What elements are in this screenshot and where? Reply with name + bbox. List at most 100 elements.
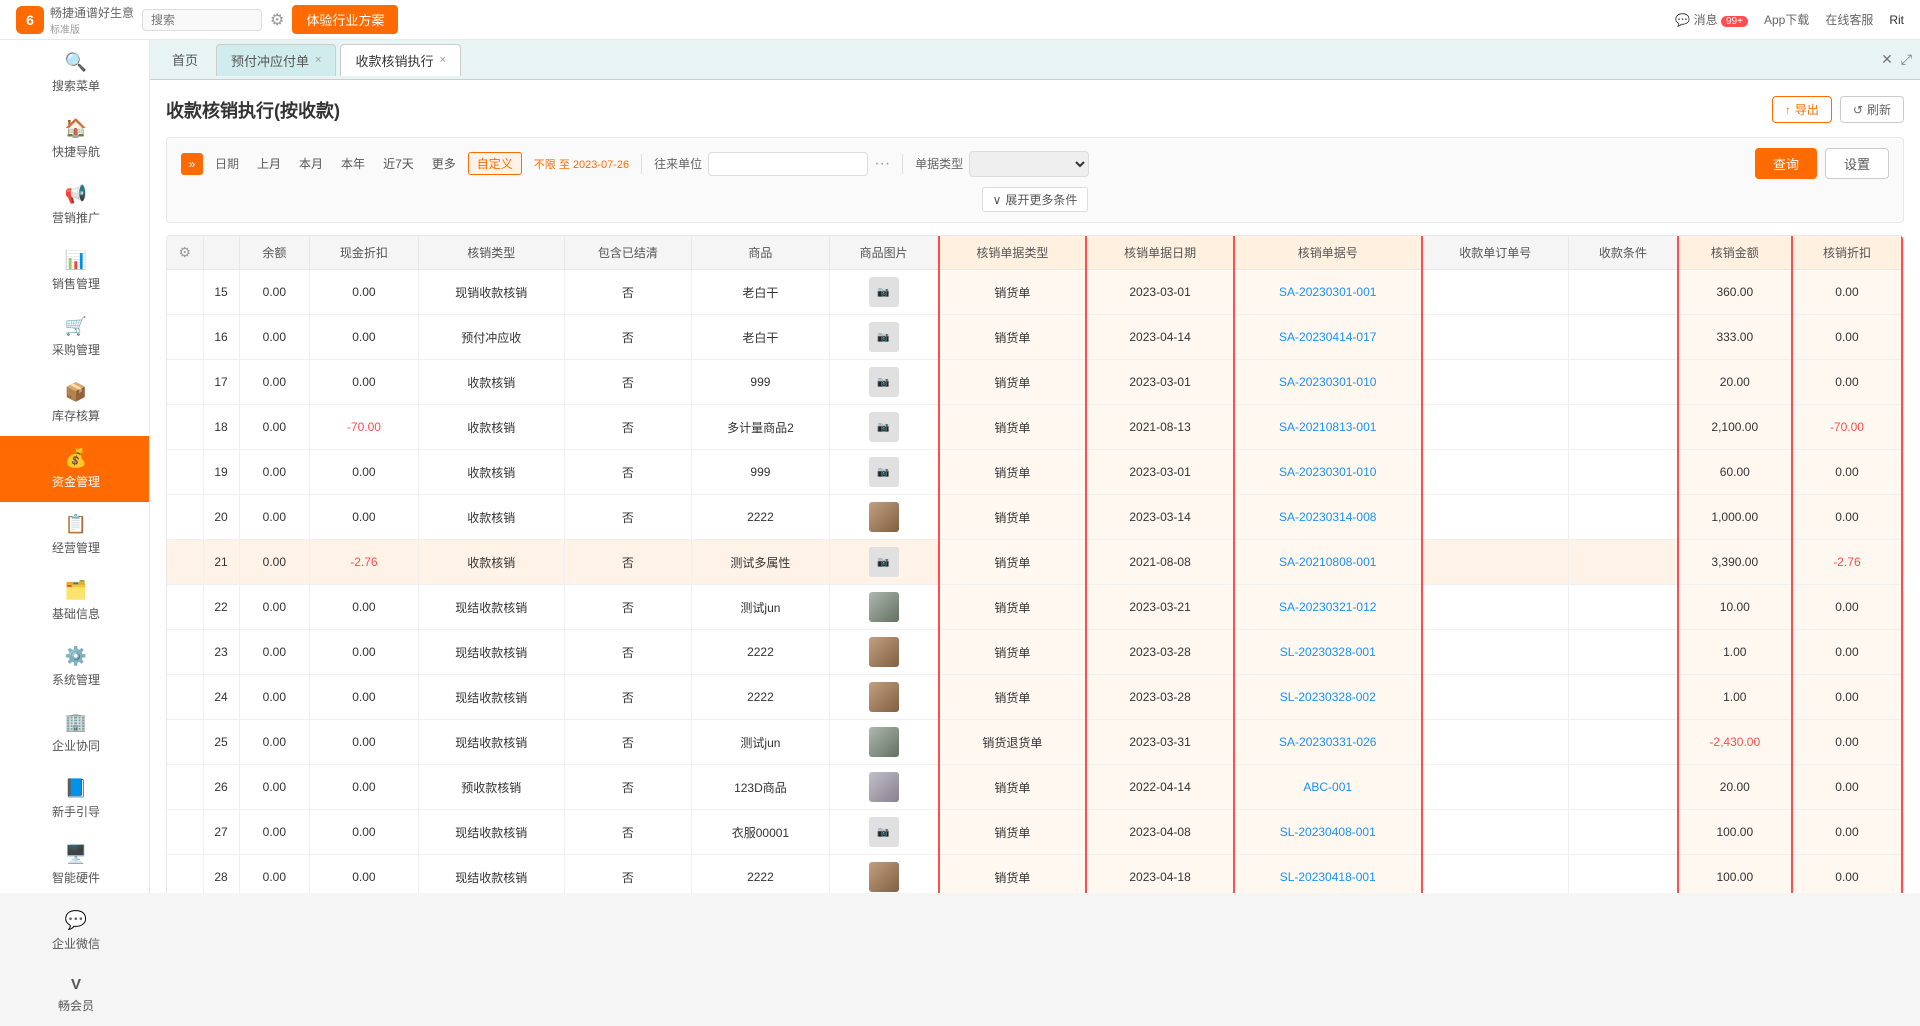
cell-gear bbox=[167, 450, 203, 495]
cell-gear bbox=[167, 540, 203, 585]
col-gear[interactable]: ⚙ bbox=[167, 236, 203, 270]
table-row: 22 0.00 0.00 现结收款核销 否 测试jun 销货单 2023-03-… bbox=[167, 585, 1902, 630]
cell-verify-discount: 0.00 bbox=[1792, 270, 1902, 315]
cell-product: 999 bbox=[692, 450, 830, 495]
cell-balance: 0.00 bbox=[239, 360, 310, 405]
cell-product-img bbox=[829, 720, 938, 765]
date-btn-last-month[interactable]: 上月 bbox=[251, 153, 287, 174]
verify-bill-no-link[interactable]: SL-20230328-001 bbox=[1280, 645, 1376, 659]
bill-type-select[interactable] bbox=[969, 151, 1089, 177]
verify-bill-no-link[interactable]: SA-20230414-017 bbox=[1279, 330, 1376, 344]
maximize-icon[interactable]: ⤢ bbox=[1901, 51, 1912, 68]
cell-verify-discount: 0.00 bbox=[1792, 675, 1902, 720]
filter-collapse-btn[interactable]: » bbox=[181, 153, 203, 175]
logo-icon: 6 bbox=[16, 6, 44, 34]
cell-receipt-condition bbox=[1568, 810, 1677, 855]
verify-bill-no-link[interactable]: SA-20210808-001 bbox=[1279, 555, 1376, 569]
bill-type-filter-group: 单据类型 bbox=[915, 151, 1089, 177]
expand-conditions-btn[interactable]: ∨ 展开更多条件 bbox=[982, 187, 1089, 212]
table-settings-icon[interactable]: ⚙ bbox=[178, 244, 191, 260]
sidebar-item-purchase[interactable]: 🛒 采购管理 bbox=[0, 304, 149, 370]
date-btn-custom[interactable]: 自定义 bbox=[468, 152, 522, 175]
verify-bill-no-link[interactable]: SL-20230328-002 bbox=[1280, 690, 1376, 704]
sidebar-item-newbie[interactable]: 📘 新手引导 bbox=[0, 766, 149, 832]
sidebar-item-sales[interactable]: 📊 销售管理 bbox=[0, 238, 149, 304]
sidebar-item-basic-info[interactable]: 🗂️ 基础信息 bbox=[0, 568, 149, 634]
wechat-icon: 💬 bbox=[65, 910, 87, 931]
partner-input[interactable] bbox=[708, 152, 868, 176]
industry-btn[interactable]: 体验行业方案 bbox=[292, 5, 398, 34]
cell-receipt-condition bbox=[1568, 405, 1677, 450]
sidebar-item-inventory[interactable]: 📦 库存核算 bbox=[0, 370, 149, 436]
cell-cash-discount: 0.00 bbox=[310, 270, 418, 315]
app-download-btn[interactable]: App下载 bbox=[1764, 11, 1809, 28]
col-verify-discount: 核销折扣 bbox=[1792, 236, 1902, 270]
tab-prepay-label: 预付冲应付单 bbox=[231, 51, 309, 70]
tab-prepay-close[interactable]: × bbox=[315, 54, 321, 66]
date-btn-7days[interactable]: 近7天 bbox=[377, 153, 420, 174]
table-row: 15 0.00 0.00 现销收款核销 否 老白干 📷 销货单 2023-03-… bbox=[167, 270, 1902, 315]
top-bar: 6 畅捷通谱好生意 标准版 ⚙ 体验行业方案 💬 消息 99+ App下载 在线… bbox=[0, 0, 1920, 40]
cell-verify-bill-no: ABC-001 bbox=[1234, 765, 1422, 810]
verify-bill-no-link[interactable]: SA-20230301-001 bbox=[1279, 285, 1376, 299]
col-product-img: 商品图片 bbox=[829, 236, 938, 270]
cell-product-img: 📷 bbox=[829, 810, 938, 855]
verify-bill-no-link[interactable]: SL-20230418-001 bbox=[1280, 870, 1376, 884]
tab-verify-close[interactable]: × bbox=[439, 54, 445, 66]
cell-verify-date: 2023-03-01 bbox=[1086, 360, 1234, 405]
cell-verify-amount: 2,100.00 bbox=[1678, 405, 1792, 450]
verify-bill-no-link[interactable]: ABC-001 bbox=[1303, 780, 1352, 794]
cell-row-num: 26 bbox=[203, 765, 239, 810]
top-search-input[interactable] bbox=[142, 9, 262, 31]
sidebar-item-system[interactable]: ⚙️ 系统管理 bbox=[0, 634, 149, 700]
query-button[interactable]: 查询 bbox=[1755, 148, 1817, 179]
verify-bill-no-link[interactable]: SA-20230301-010 bbox=[1279, 465, 1376, 479]
sidebar-item-finance[interactable]: 💰 资金管理 bbox=[0, 436, 149, 502]
verify-bill-no-link[interactable]: SA-20230314-008 bbox=[1279, 510, 1376, 524]
verify-bill-no-link[interactable]: SL-20230408-001 bbox=[1280, 825, 1376, 839]
query-actions: 查询 设置 bbox=[1755, 148, 1889, 179]
cell-balance: 0.00 bbox=[239, 315, 310, 360]
tab-prepay[interactable]: 预付冲应付单 × bbox=[216, 44, 336, 76]
sidebar-item-wechat[interactable]: 💬 企业微信 bbox=[0, 898, 149, 964]
product-thumbnail bbox=[869, 637, 899, 667]
date-btn-this-month[interactable]: 本月 bbox=[293, 153, 329, 174]
cell-verify-type: 现结收款核销 bbox=[418, 675, 564, 720]
online-service-btn[interactable]: 在线客服 bbox=[1825, 11, 1873, 28]
verify-bill-no-link[interactable]: SA-20230301-010 bbox=[1279, 375, 1376, 389]
cell-verify-bill-no: SL-20230408-001 bbox=[1234, 810, 1422, 855]
export-button[interactable]: ↑ 导出 bbox=[1772, 96, 1832, 123]
sidebar-item-quick-nav[interactable]: 🏠 快捷导航 bbox=[0, 106, 149, 172]
verify-bill-no-link[interactable]: SA-20210813-001 bbox=[1279, 420, 1376, 434]
verify-bill-no-link[interactable]: SA-20230331-026 bbox=[1279, 735, 1376, 749]
sidebar-item-enterprise[interactable]: 🏢 企业协同 bbox=[0, 700, 149, 766]
table-row: 21 0.00 -2.76 收款核销 否 测试多属性 📷 销货单 2021-08… bbox=[167, 540, 1902, 585]
settings-button[interactable]: 设置 bbox=[1825, 148, 1889, 179]
product-icon: 📷 bbox=[869, 322, 899, 352]
date-btn-more[interactable]: 更多 bbox=[426, 153, 462, 174]
expand-label: 展开更多条件 bbox=[1005, 191, 1077, 208]
cell-receipt-condition bbox=[1568, 720, 1677, 765]
home-icon: 🏠 bbox=[65, 118, 87, 139]
tab-home[interactable]: 首页 bbox=[158, 44, 212, 75]
sidebar-item-marketing[interactable]: 📢 营销推广 bbox=[0, 172, 149, 238]
cell-cash-discount: 0.00 bbox=[310, 720, 418, 765]
partner-more-icon[interactable]: ··· bbox=[874, 155, 890, 173]
cell-verify-type: 收款核销 bbox=[418, 450, 564, 495]
settings-icon[interactable]: ⚙ bbox=[270, 10, 284, 30]
message-btn[interactable]: 💬 消息 99+ bbox=[1675, 11, 1748, 28]
tab-verify[interactable]: 收款核销执行 × bbox=[340, 44, 460, 76]
cell-verify-date: 2023-04-08 bbox=[1086, 810, 1234, 855]
verify-bill-no-link[interactable]: SA-20230321-012 bbox=[1279, 600, 1376, 614]
cell-verify-date: 2023-03-01 bbox=[1086, 450, 1234, 495]
sidebar-item-operations[interactable]: 📋 经营管理 bbox=[0, 502, 149, 568]
sidebar-item-smart-hw[interactable]: 🖥️ 智能硬件 bbox=[0, 832, 149, 898]
refresh-button[interactable]: ↺ 刷新 bbox=[1840, 96, 1904, 123]
sidebar-item-search[interactable]: 🔍 搜索菜单 bbox=[0, 40, 149, 106]
close-window-icon[interactable]: ✕ bbox=[1881, 51, 1893, 68]
cell-receipt-condition bbox=[1568, 450, 1677, 495]
date-btn-this-year[interactable]: 本年 bbox=[335, 153, 371, 174]
cell-row-num: 17 bbox=[203, 360, 239, 405]
user-name[interactable]: Rit bbox=[1889, 13, 1904, 27]
sidebar-item-member[interactable]: V 畅会员 bbox=[0, 964, 149, 1026]
